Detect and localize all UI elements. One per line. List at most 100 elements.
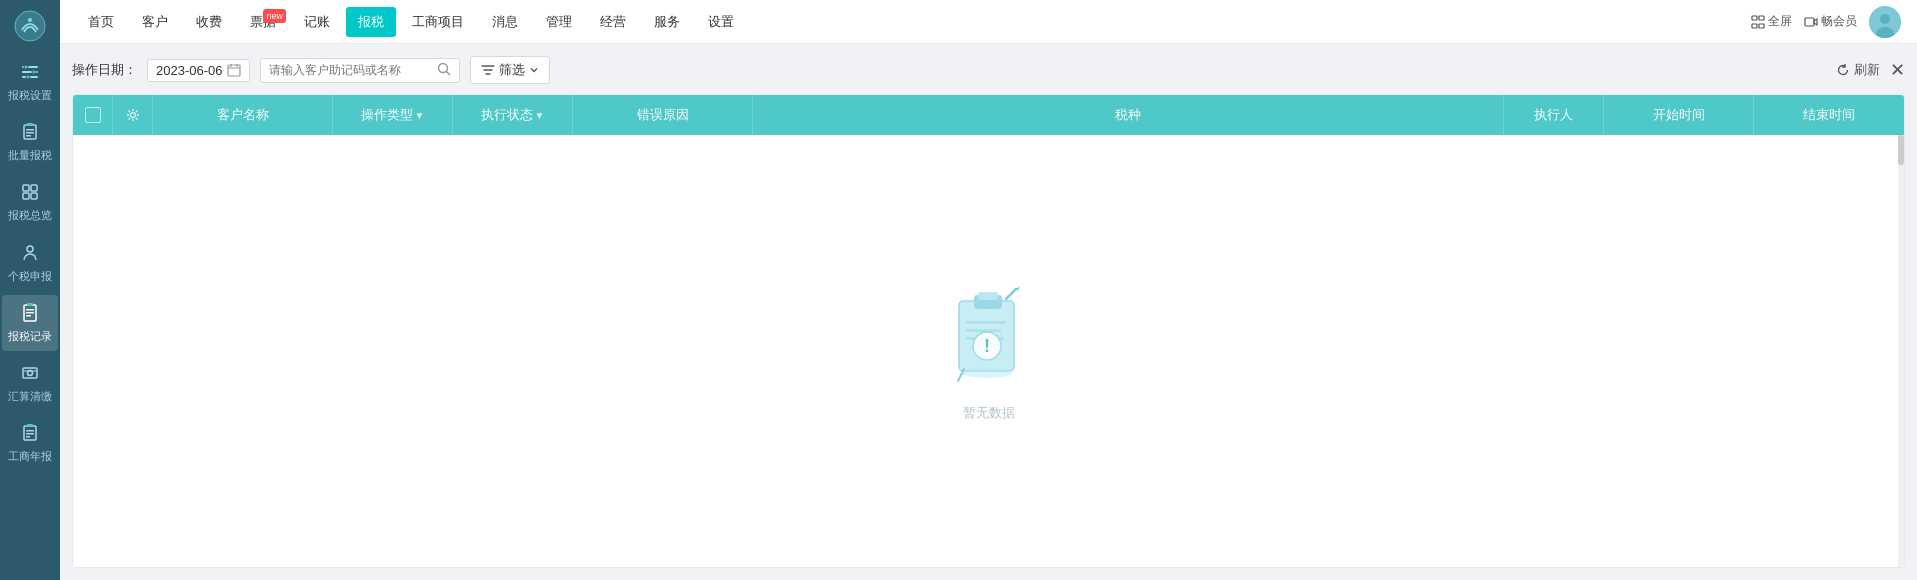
th-customer-name: 客户名称 bbox=[153, 95, 333, 135]
svg-point-38 bbox=[1880, 14, 1890, 24]
search-box[interactable] bbox=[260, 58, 460, 83]
svg-rect-12 bbox=[27, 123, 33, 126]
th-checkbox[interactable] bbox=[73, 95, 113, 135]
svg-point-6 bbox=[32, 70, 36, 74]
fullscreen-icon bbox=[1751, 15, 1765, 29]
avatar-image bbox=[1869, 6, 1901, 38]
sort-icon: ▼ bbox=[415, 110, 425, 121]
new-badge: new bbox=[263, 9, 286, 23]
top-navigation: 首页 客户 收费 票据 new 记账 报税 工商项目 消息 bbox=[60, 0, 1917, 44]
sidebar-item-baoshui-jilu[interactable]: 报税记录 bbox=[2, 295, 58, 351]
sidebar: 报税设置 批量报税 报税总览 bbox=[0, 0, 60, 580]
svg-rect-34 bbox=[1752, 24, 1757, 28]
th-executor: 执行人 bbox=[1504, 95, 1604, 135]
svg-rect-14 bbox=[31, 185, 37, 191]
svg-rect-28 bbox=[26, 430, 34, 432]
data-table: 客户名称 操作类型 ▼ 执行状态 ▼ 错误原因 税种 执行人 bbox=[72, 94, 1905, 568]
batch-tax-icon bbox=[20, 122, 40, 147]
filter-button[interactable]: 筛选 bbox=[470, 56, 550, 84]
svg-point-7 bbox=[26, 75, 30, 79]
toolbar-right: 刷新 ✕ bbox=[1836, 61, 1905, 79]
svg-line-55 bbox=[1006, 289, 1016, 299]
date-picker[interactable]: 2023-06-06 bbox=[147, 59, 250, 82]
scrollbar-thumb[interactable] bbox=[1898, 135, 1904, 165]
video-icon bbox=[1804, 15, 1818, 29]
svg-text:+: + bbox=[33, 252, 37, 258]
empty-text: 暂无数据 bbox=[963, 404, 1015, 422]
filter-icon bbox=[481, 63, 495, 77]
sidebar-item-huisuan-jiaona[interactable]: 汇算清缴 bbox=[2, 355, 58, 411]
svg-rect-35 bbox=[1759, 24, 1764, 28]
overview-icon bbox=[20, 182, 40, 207]
nav-item-customer[interactable]: 客户 bbox=[130, 7, 180, 37]
svg-point-0 bbox=[15, 11, 45, 41]
nav-item-shoufei[interactable]: 收费 bbox=[184, 7, 234, 37]
svg-rect-51 bbox=[966, 329, 1001, 332]
svg-line-45 bbox=[446, 71, 450, 75]
svg-rect-23 bbox=[27, 303, 33, 306]
th-execution-status[interactable]: 执行状态 ▼ bbox=[453, 95, 573, 135]
sidebar-item-label: 报税记录 bbox=[8, 330, 52, 343]
close-button[interactable]: ✕ bbox=[1890, 61, 1905, 79]
nav-item-fuwu[interactable]: 服务 bbox=[642, 7, 692, 37]
nav-items: 首页 客户 收费 票据 new 记账 报税 工商项目 消息 bbox=[76, 7, 1751, 37]
calendar-icon bbox=[227, 63, 241, 77]
table-header: 客户名称 操作类型 ▼ 执行状态 ▼ 错误原因 税种 执行人 bbox=[73, 95, 1904, 135]
sidebar-item-label: 工商年报 bbox=[8, 450, 52, 463]
search-input[interactable] bbox=[269, 63, 437, 77]
nav-item-baoshui[interactable]: 报税 bbox=[346, 7, 396, 37]
member-button[interactable]: 畅会员 bbox=[1804, 13, 1857, 30]
nav-item-jizhang[interactable]: 记账 bbox=[292, 7, 342, 37]
sidebar-item-piliang-baoshui[interactable]: 批量报税 bbox=[2, 114, 58, 170]
svg-rect-30 bbox=[26, 436, 30, 438]
svg-rect-13 bbox=[23, 185, 29, 191]
svg-rect-22 bbox=[26, 315, 31, 317]
sidebar-item-label: 批量报税 bbox=[8, 149, 52, 162]
main-content: 首页 客户 收费 票据 new 记账 报税 工商项目 消息 bbox=[60, 0, 1917, 580]
svg-rect-40 bbox=[228, 65, 240, 76]
app-logo[interactable] bbox=[12, 8, 48, 44]
table-body: ! 暂无数据 bbox=[73, 135, 1904, 567]
nav-item-shezhi[interactable]: 设置 bbox=[696, 7, 746, 37]
empty-state: ! 暂无数据 bbox=[914, 251, 1064, 452]
svg-rect-36 bbox=[1805, 18, 1814, 26]
svg-point-57 bbox=[962, 368, 1012, 378]
sidebar-item-label: 汇算清缴 bbox=[8, 390, 52, 403]
annual-report-icon bbox=[20, 423, 40, 448]
svg-point-46 bbox=[130, 113, 135, 118]
fullscreen-button[interactable]: 全屏 bbox=[1751, 13, 1792, 30]
settings-col-icon bbox=[125, 107, 141, 123]
settings-icon bbox=[20, 62, 40, 87]
nav-item-home[interactable]: 首页 bbox=[76, 7, 126, 37]
search-icon[interactable] bbox=[437, 62, 451, 79]
nav-item-jingying[interactable]: 经营 bbox=[588, 7, 638, 37]
nav-item-xiaoxi[interactable]: 消息 bbox=[480, 7, 530, 37]
nav-item-guanli[interactable]: 管理 bbox=[534, 7, 584, 37]
th-operation-type[interactable]: 操作类型 ▼ bbox=[333, 95, 453, 135]
svg-rect-10 bbox=[26, 132, 34, 134]
sidebar-item-geshui-shenbao[interactable]: + 个税申报 bbox=[2, 235, 58, 291]
svg-rect-24 bbox=[23, 368, 37, 378]
svg-rect-16 bbox=[31, 193, 37, 199]
nav-item-piaoju[interactable]: 票据 new bbox=[238, 7, 288, 37]
page-content: 操作日期： 2023-06-06 bbox=[60, 44, 1917, 580]
nav-item-gongshang[interactable]: 工商项目 bbox=[400, 7, 476, 37]
svg-rect-20 bbox=[26, 309, 34, 311]
sidebar-item-gongshang-nianbao[interactable]: 工商年报 bbox=[2, 415, 58, 471]
sidebar-item-label: 个税申报 bbox=[8, 270, 52, 283]
svg-rect-29 bbox=[26, 433, 34, 435]
select-all-checkbox[interactable] bbox=[85, 107, 101, 123]
sidebar-item-baoshui-shezhi[interactable]: 报税设置 bbox=[2, 54, 58, 110]
avatar[interactable] bbox=[1869, 6, 1901, 38]
records-icon bbox=[20, 303, 40, 328]
scrollbar[interactable] bbox=[1898, 135, 1904, 567]
refresh-button[interactable]: 刷新 bbox=[1836, 61, 1880, 79]
sidebar-item-baoshui-zonlan[interactable]: 报税总览 bbox=[2, 174, 58, 230]
date-label: 操作日期： bbox=[72, 61, 137, 79]
svg-rect-49 bbox=[978, 292, 998, 300]
svg-rect-21 bbox=[26, 312, 34, 314]
refresh-icon bbox=[1836, 63, 1850, 77]
svg-rect-31 bbox=[27, 424, 33, 427]
person-tax-icon: + bbox=[20, 243, 40, 268]
th-error-reason: 错误原因 bbox=[573, 95, 753, 135]
